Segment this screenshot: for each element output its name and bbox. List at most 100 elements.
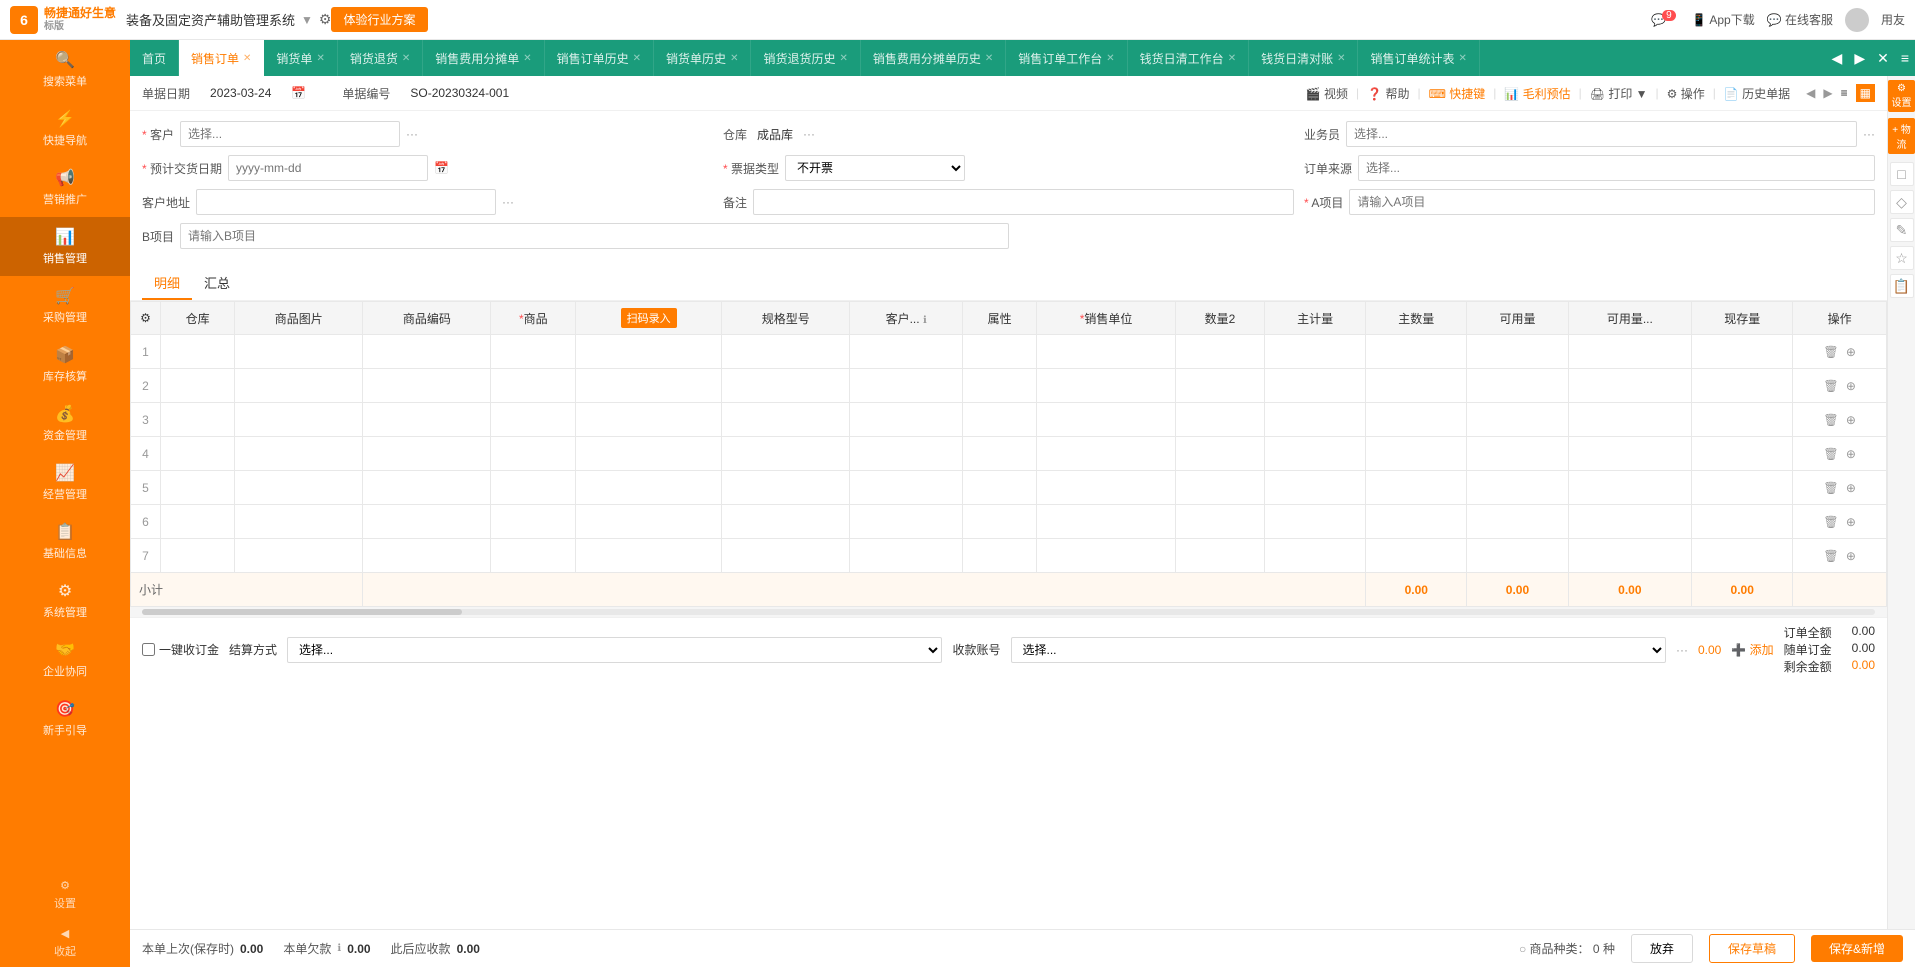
cell-stock[interactable] xyxy=(1692,369,1793,403)
cell-customer-code[interactable] xyxy=(850,471,963,505)
cell-goods[interactable] xyxy=(491,437,576,471)
tab-return-history-close[interactable]: ✕ xyxy=(839,53,847,64)
cell-code[interactable] xyxy=(363,471,491,505)
delete-icon[interactable]: 🗑 xyxy=(1823,345,1838,359)
copy-icon[interactable]: ⊕ xyxy=(1846,481,1856,495)
cell-image[interactable] xyxy=(235,369,363,403)
delete-icon[interactable]: 🗑 xyxy=(1823,447,1838,461)
dropdown-arrow-icon[interactable]: ▼ xyxy=(301,13,313,27)
cell-warehouse[interactable] xyxy=(161,403,235,437)
tab-fee-split[interactable]: 销售费用分摊单 ✕ xyxy=(423,40,544,76)
delete-icon[interactable]: 🗑 xyxy=(1823,379,1838,393)
cell-main-qty[interactable] xyxy=(1366,335,1467,369)
scan-btn[interactable]: 扫码录入 xyxy=(621,308,677,328)
cell-qty2[interactable] xyxy=(1175,403,1264,437)
cell-unit[interactable] xyxy=(1037,369,1176,403)
tab-daily-clear[interactable]: 钱货日清工作台 ✕ xyxy=(1128,40,1249,76)
cell-stock[interactable] xyxy=(1692,403,1793,437)
cell-available2[interactable] xyxy=(1568,471,1692,505)
account-select[interactable]: 选择... xyxy=(1011,637,1666,663)
cell-goods[interactable] xyxy=(491,403,576,437)
one-click-checkbox[interactable] xyxy=(142,643,155,656)
save-new-btn[interactable]: 保存&新增 xyxy=(1811,935,1903,962)
cell-attribute[interactable] xyxy=(963,403,1037,437)
discard-btn[interactable]: 放弃 xyxy=(1631,934,1693,963)
cell-main-qty[interactable] xyxy=(1366,539,1467,573)
shortcut-btn[interactable]: ⌨ 快捷键 xyxy=(1429,85,1486,102)
app-download-btn[interactable]: 📱 App下载 xyxy=(1692,11,1755,28)
cell-unit[interactable] xyxy=(1037,335,1176,369)
cell-customer-code[interactable] xyxy=(850,335,963,369)
a-project-input[interactable] xyxy=(1349,189,1875,215)
tab-sales-order[interactable]: 销售订单 ✕ xyxy=(179,40,264,76)
right-icon-5[interactable]: 📋 xyxy=(1890,274,1914,298)
scroll-track[interactable] xyxy=(142,609,1875,615)
account-ellipsis[interactable]: ··· xyxy=(1676,643,1688,657)
tab-reconciliation[interactable]: 钱货日清对账 ✕ xyxy=(1249,40,1358,76)
sidebar-collapse-btn[interactable]: ◀ 收起 xyxy=(0,919,130,967)
cell-available[interactable] xyxy=(1467,403,1568,437)
cell-warehouse[interactable] xyxy=(161,505,235,539)
cell-main-unit[interactable] xyxy=(1265,403,1366,437)
staff-ellipsis[interactable]: ··· xyxy=(1863,127,1875,141)
print-btn[interactable]: 🖨 打印 ▼ xyxy=(1590,85,1648,102)
cell-goods[interactable] xyxy=(491,539,576,573)
cell-main-qty[interactable] xyxy=(1366,369,1467,403)
cell-stock[interactable] xyxy=(1692,471,1793,505)
right-icon-1[interactable]: □ xyxy=(1890,162,1914,186)
calendar-icon[interactable]: 📅 xyxy=(291,86,306,100)
delete-icon[interactable]: 🗑 xyxy=(1823,549,1838,563)
cell-goods[interactable] xyxy=(491,369,576,403)
cell-available[interactable] xyxy=(1467,505,1568,539)
cell-unit[interactable] xyxy=(1037,471,1176,505)
sidebar-item-purchase[interactable]: 🛒 采购管理 xyxy=(0,276,130,335)
sidebar-item-system[interactable]: ⚙ 系统管理 xyxy=(0,571,130,630)
cell-spec[interactable] xyxy=(722,539,850,573)
cell-main-qty[interactable] xyxy=(1366,437,1467,471)
cell-attribute[interactable] xyxy=(963,437,1037,471)
tab-next-btn[interactable]: ▶ xyxy=(1848,40,1871,76)
tab-sales-invoice[interactable]: 销货单 ✕ xyxy=(264,40,337,76)
sidebar-item-search[interactable]: 🔍 搜索菜单 xyxy=(0,40,130,99)
right-icon-4[interactable]: ☆ xyxy=(1890,246,1914,270)
right-icon-3[interactable]: ✎ xyxy=(1890,218,1914,242)
delivery-date-input[interactable] xyxy=(228,155,428,181)
cell-customer-code[interactable] xyxy=(850,539,963,573)
staff-input[interactable] xyxy=(1346,121,1857,147)
tab-detail[interactable]: 明细 xyxy=(142,267,192,300)
cell-available2[interactable] xyxy=(1568,539,1692,573)
cell-spec[interactable] xyxy=(722,505,850,539)
logistics-btn[interactable]: + 物流 xyxy=(1888,118,1915,154)
cell-code[interactable] xyxy=(363,403,491,437)
cell-attribute[interactable] xyxy=(963,369,1037,403)
operation-btn[interactable]: ⚙ 操作 xyxy=(1667,85,1705,102)
profit-btn[interactable]: 📊 毛利预估 xyxy=(1504,85,1570,102)
video-btn[interactable]: 🎬 视频 xyxy=(1306,85,1348,102)
cell-main-unit[interactable] xyxy=(1265,437,1366,471)
cell-spec[interactable] xyxy=(722,437,850,471)
delete-icon[interactable]: 🗑 xyxy=(1823,481,1838,495)
cell-image[interactable] xyxy=(235,539,363,573)
save-draft-btn[interactable]: 保存草稿 xyxy=(1709,934,1795,963)
cell-warehouse[interactable] xyxy=(161,369,235,403)
cell-warehouse[interactable] xyxy=(161,471,235,505)
tab-statistics-close[interactable]: ✕ xyxy=(1459,53,1467,64)
cell-stock[interactable] xyxy=(1692,505,1793,539)
cell-image[interactable] xyxy=(235,403,363,437)
cell-available2[interactable] xyxy=(1568,369,1692,403)
cell-available[interactable] xyxy=(1467,539,1568,573)
help-btn[interactable]: ❓ 帮助 xyxy=(1367,85,1409,102)
grid-view-icon[interactable]: ▦ xyxy=(1856,84,1875,102)
cell-warehouse[interactable] xyxy=(161,437,235,471)
cell-stock[interactable] xyxy=(1692,335,1793,369)
copy-icon[interactable]: ⊕ xyxy=(1846,413,1856,427)
sidebar-item-nav[interactable]: ⚡ 快捷导航 xyxy=(0,99,130,158)
cell-qty2[interactable] xyxy=(1175,335,1264,369)
tab-reconciliation-close[interactable]: ✕ xyxy=(1337,53,1345,64)
nav-right-icon[interactable]: ▶ xyxy=(1823,86,1832,100)
cell-customer-code[interactable] xyxy=(850,505,963,539)
tab-fee-history[interactable]: 销售费用分摊单历史 ✕ xyxy=(861,40,1006,76)
cell-code[interactable] xyxy=(363,335,491,369)
nav-left-icon[interactable]: ◀ xyxy=(1806,86,1815,100)
cell-main-qty[interactable] xyxy=(1366,505,1467,539)
